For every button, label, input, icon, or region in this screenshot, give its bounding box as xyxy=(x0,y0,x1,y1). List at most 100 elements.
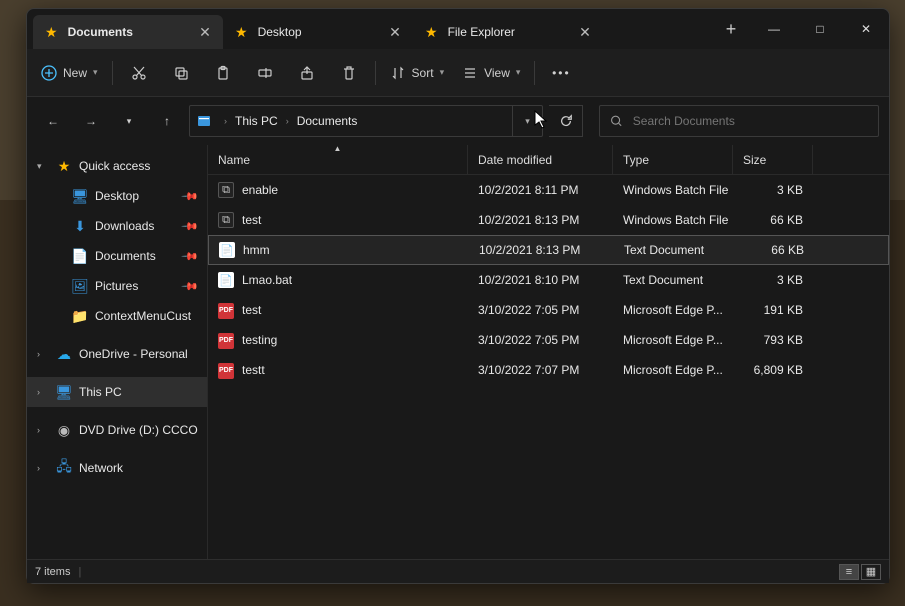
sidebar-item-network[interactable]: › 🖧 Network xyxy=(27,453,207,483)
back-button[interactable]: ← xyxy=(37,105,69,137)
disc-icon: ◉ xyxy=(55,422,73,439)
sidebar-item-label: Downloads xyxy=(95,219,154,233)
file-row[interactable]: ⧉enable 10/2/2021 8:11 PM Windows Batch … xyxy=(208,175,889,205)
file-list[interactable]: ⧉ enable 10/2/2021 8:11 PM Windows Batch … xyxy=(208,175,889,559)
file-row[interactable]: PDFtest 3/10/2022 7:05 PM Microsoft Edge… xyxy=(208,295,889,325)
paste-button[interactable] xyxy=(203,55,243,91)
file-name: testt xyxy=(242,363,265,377)
file-icon: ⧉ xyxy=(218,212,234,229)
file-row[interactable]: ⧉test 10/2/2021 8:13 PM Windows Batch Fi… xyxy=(208,205,889,235)
column-header-name[interactable]: Name ▲ xyxy=(208,145,468,174)
sidebar-item-label: ContextMenuCust xyxy=(95,309,191,323)
star-icon: ★ xyxy=(235,24,248,41)
chevron-down-icon: ▾ xyxy=(93,67,98,78)
tab[interactable]: ★ File Explorer ✕ xyxy=(413,15,603,49)
file-type: Windows Batch File xyxy=(613,183,733,197)
window-controls: — □ ✕ xyxy=(751,9,889,49)
share-icon xyxy=(299,65,315,81)
file-date: 10/2/2021 8:11 PM xyxy=(468,183,613,197)
forward-button[interactable]: → xyxy=(75,105,107,137)
search-box[interactable] xyxy=(599,105,879,137)
file-size: 66 KB xyxy=(734,243,814,257)
sidebar-item[interactable]: 🖥 Desktop 📌 xyxy=(27,181,207,211)
file-icon: 📄 xyxy=(219,242,235,258)
new-tab-button[interactable]: + xyxy=(711,9,751,49)
close-tab-button[interactable]: ✕ xyxy=(387,24,403,41)
breadcrumb-item[interactable]: This PC xyxy=(233,114,280,128)
copy-button[interactable] xyxy=(161,55,201,91)
thumbnail-view-button[interactable]: ▦ xyxy=(861,564,881,580)
tab[interactable]: ★ Desktop ✕ xyxy=(223,15,413,49)
file-row[interactable]: PDFtestt 3/10/2022 7:07 PM Microsoft Edg… xyxy=(208,355,889,385)
close-tab-button[interactable]: ✕ xyxy=(197,24,213,41)
new-button[interactable]: New ▾ xyxy=(33,55,106,91)
copy-icon xyxy=(173,65,189,81)
clipboard-icon xyxy=(215,65,231,81)
column-header-date[interactable]: Date modified xyxy=(468,145,613,174)
sort-asc-icon: ▲ xyxy=(334,144,342,153)
star-icon: ★ xyxy=(45,24,58,41)
chevron-right-icon: › xyxy=(37,425,49,435)
sidebar-item[interactable]: 📁 ContextMenuCust xyxy=(27,301,207,331)
rename-button[interactable] xyxy=(245,55,285,91)
file-row[interactable]: 📄Lmao.bat 10/2/2021 8:10 PM Text Documen… xyxy=(208,265,889,295)
share-button[interactable] xyxy=(287,55,327,91)
sidebar-item[interactable]: 📄 Documents 📌 xyxy=(27,241,207,271)
file-row[interactable]: 📄hmm 10/2/2021 8:13 PM Text Document 66 … xyxy=(208,235,889,265)
file-size: 191 KB xyxy=(733,303,813,317)
file-row[interactable]: PDFtesting 3/10/2022 7:05 PM Microsoft E… xyxy=(208,325,889,355)
documents-icon: 📄 xyxy=(71,248,89,265)
close-button[interactable]: ✕ xyxy=(843,9,889,49)
item-count: 7 items xyxy=(35,566,70,578)
sidebar-item[interactable]: 🖼 Pictures 📌 xyxy=(27,271,207,301)
file-size: 3 KB xyxy=(733,183,813,197)
location-icon xyxy=(190,113,218,129)
sidebar-item-dvd[interactable]: › ◉ DVD Drive (D:) CCCO xyxy=(27,415,207,445)
file-explorer-window: ★ Documents ✕★ Desktop ✕★ File Explorer … xyxy=(26,8,890,584)
cloud-icon: ☁ xyxy=(55,346,73,363)
new-label: New xyxy=(63,66,87,80)
star-icon: ★ xyxy=(425,24,438,41)
sidebar-item-onedrive[interactable]: › ☁ OneDrive - Personal xyxy=(27,339,207,369)
refresh-button[interactable] xyxy=(549,105,583,137)
sort-button[interactable]: Sort ▾ xyxy=(382,55,453,91)
titlebar: ★ Documents ✕★ Desktop ✕★ File Explorer … xyxy=(27,9,889,49)
address-dropdown-button[interactable]: ▾ xyxy=(512,106,542,136)
delete-button[interactable] xyxy=(329,55,369,91)
sidebar-item-label: This PC xyxy=(79,385,122,399)
pictures-icon: 🖼 xyxy=(71,278,89,295)
sidebar-item-quick-access[interactable]: ▾ ★ Quick access xyxy=(27,151,207,181)
search-input[interactable] xyxy=(633,114,868,128)
file-name: hmm xyxy=(243,243,270,257)
navigation-pane: ▾ ★ Quick access 🖥 Desktop 📌⬇ Downloads … xyxy=(27,145,207,559)
file-name: test xyxy=(242,213,261,227)
close-tab-button[interactable]: ✕ xyxy=(577,24,593,41)
minimize-button[interactable]: — xyxy=(751,9,797,49)
details-view-button[interactable]: ≡ xyxy=(839,564,859,580)
sidebar-item-this-pc[interactable]: › 🖥 This PC xyxy=(27,377,207,407)
sidebar-item-label: Quick access xyxy=(79,159,150,173)
chevron-right-icon: › xyxy=(280,116,295,126)
file-icon: PDF xyxy=(218,361,234,379)
file-name: enable xyxy=(242,183,278,197)
more-button[interactable]: ••• xyxy=(541,55,581,91)
scissors-icon xyxy=(131,65,147,81)
sidebar-item[interactable]: ⬇ Downloads 📌 xyxy=(27,211,207,241)
breadcrumb-item[interactable]: Documents xyxy=(295,114,360,128)
file-size: 3 KB xyxy=(733,273,813,287)
view-button[interactable]: View ▾ xyxy=(454,55,528,91)
network-icon: 🖧 xyxy=(55,456,73,480)
column-header-size[interactable]: Size xyxy=(733,145,813,174)
address-bar[interactable]: › This PC › Documents ▾ xyxy=(189,105,543,137)
file-name: test xyxy=(242,303,261,317)
tab[interactable]: ★ Documents ✕ xyxy=(33,15,223,49)
file-name: testing xyxy=(242,333,277,347)
tab-strip: ★ Documents ✕★ Desktop ✕★ File Explorer … xyxy=(27,9,711,49)
column-header-type[interactable]: Type xyxy=(613,145,733,174)
downloads-icon: ⬇ xyxy=(71,218,89,235)
recent-dropdown-button[interactable]: ▾ xyxy=(113,105,145,137)
cut-button[interactable] xyxy=(119,55,159,91)
up-button[interactable]: ↑ xyxy=(151,105,183,137)
maximize-button[interactable]: □ xyxy=(797,9,843,49)
chevron-down-icon: ▾ xyxy=(37,161,49,172)
